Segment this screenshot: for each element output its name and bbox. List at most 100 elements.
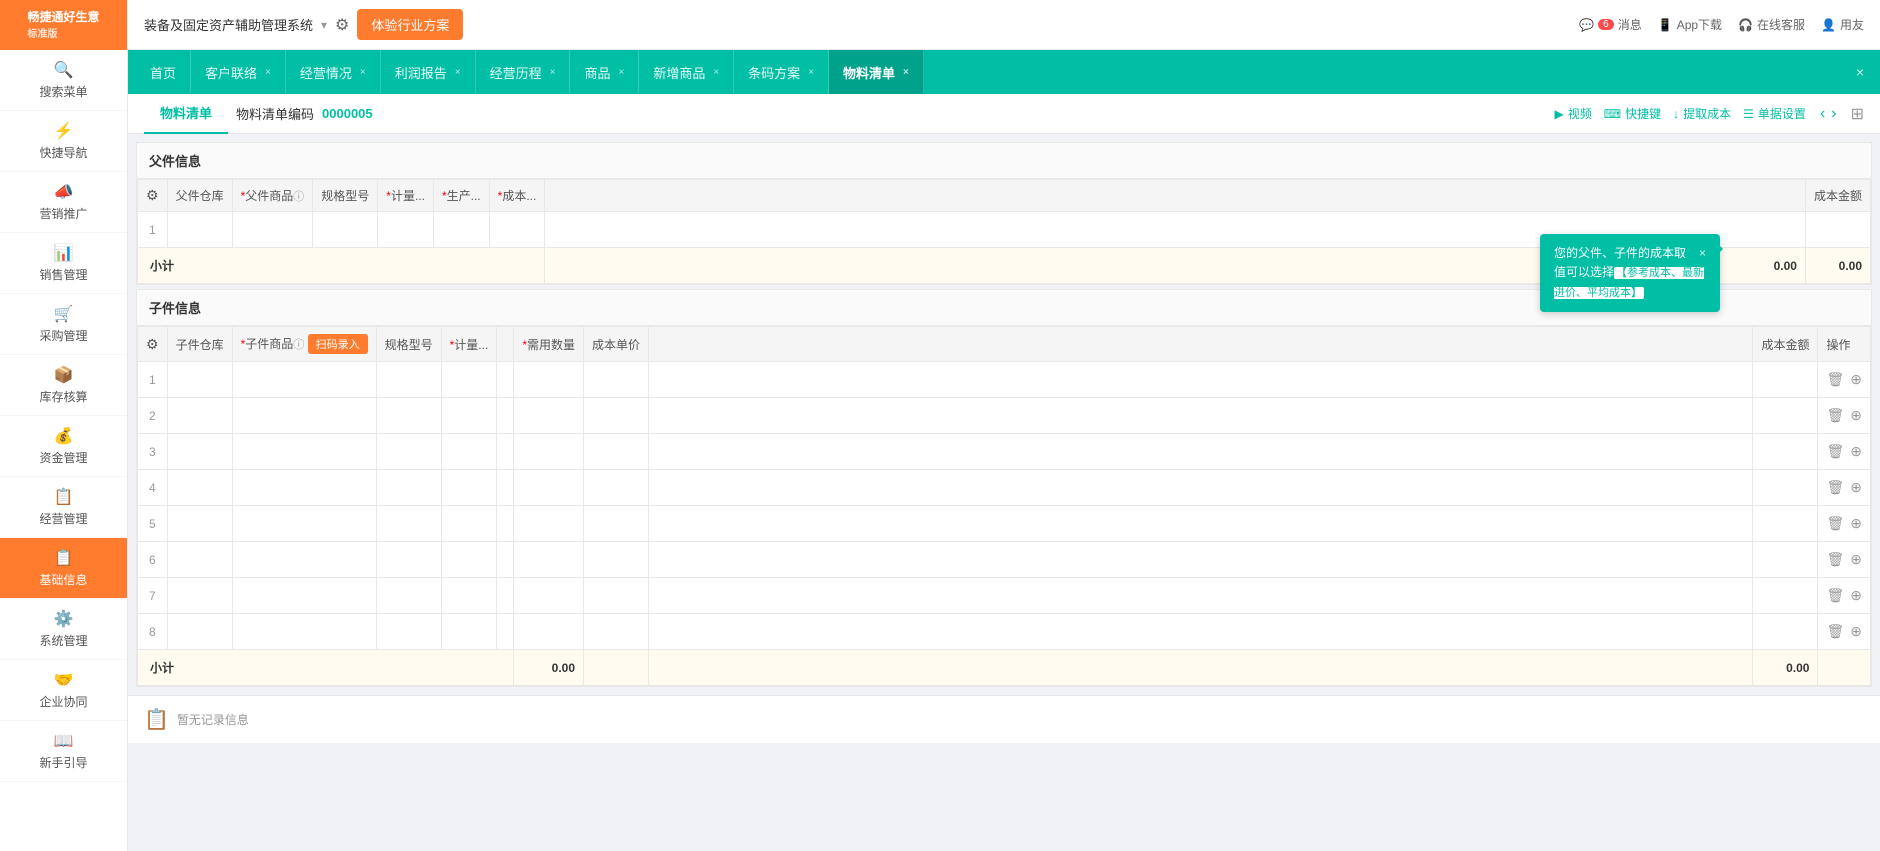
child-cell-spec[interactable] (376, 398, 441, 434)
child-cell-qty[interactable] (514, 362, 584, 398)
child-cell-unit[interactable] (441, 470, 497, 506)
delete-icon[interactable]: 🗑 (1826, 551, 1844, 568)
online-service-btn[interactable]: 🎧 在线客服 (1738, 16, 1805, 33)
child-cell-spec[interactable] (376, 470, 441, 506)
sidebar-item-营销推广[interactable]: 📣营销推广 (0, 172, 127, 233)
copy-icon[interactable]: ⊕ (1850, 515, 1862, 532)
copy-icon[interactable]: ⊕ (1850, 371, 1862, 388)
child-cell-unit-cost[interactable] (584, 542, 649, 578)
child-cell-qty[interactable] (514, 470, 584, 506)
child-cell-warehouse[interactable] (167, 506, 232, 542)
copy-icon[interactable]: ⊕ (1850, 479, 1862, 496)
scan-button[interactable]: 扫码录入 (308, 334, 368, 354)
child-cell-unit[interactable] (441, 362, 497, 398)
sidebar-item-基础信息[interactable]: 📋基础信息 (0, 538, 127, 599)
child-cell-spec[interactable] (376, 614, 441, 650)
user-btn[interactable]: 👤 用友 (1821, 16, 1864, 33)
child-cell-product[interactable] (232, 614, 376, 650)
delete-icon[interactable]: 🗑 (1826, 587, 1844, 604)
nav-tab-物料清单[interactable]: 物料清单× (829, 50, 924, 94)
child-cell-warehouse[interactable] (167, 434, 232, 470)
child-cell-unit[interactable] (441, 542, 497, 578)
child-cell-product[interactable] (232, 542, 376, 578)
sidebar-item-库存核算[interactable]: 📦库存核算 (0, 355, 127, 416)
parent-col-settings[interactable]: ⚙ (138, 180, 168, 212)
child-cell-qty[interactable] (514, 578, 584, 614)
delete-icon[interactable]: 🗑 (1826, 407, 1844, 424)
copy-icon[interactable]: ⊕ (1850, 407, 1862, 424)
shortcut-btn[interactable]: ⌨ 快捷键 (1604, 105, 1661, 122)
tab-close[interactable]: × (808, 67, 814, 78)
tab-close[interactable]: × (550, 67, 556, 78)
prev-arrow[interactable]: ‹ (1818, 105, 1827, 123)
nav-tab-条码方案[interactable]: 条码方案× (734, 50, 829, 94)
single-setting-btn[interactable]: ☰ 单据设置 (1743, 105, 1806, 122)
child-cell-warehouse[interactable] (167, 578, 232, 614)
child-cell-product[interactable] (232, 398, 376, 434)
sidebar-item-销售管理[interactable]: 📊销售管理 (0, 233, 127, 294)
copy-icon[interactable]: ⊕ (1850, 587, 1862, 604)
nav-tab-商品[interactable]: 商品× (570, 50, 639, 94)
parent-cell-warehouse[interactable] (167, 212, 232, 248)
child-cell-product[interactable] (232, 578, 376, 614)
child-cell-spec[interactable] (376, 506, 441, 542)
child-cell-spec[interactable] (376, 362, 441, 398)
delete-icon[interactable]: 🗑 (1826, 623, 1844, 640)
child-cell-qty[interactable] (514, 614, 584, 650)
child-col-settings[interactable]: ⚙ (138, 327, 168, 362)
nav-tab-新增商品[interactable]: 新增商品× (639, 50, 734, 94)
nav-tab-经营历程[interactable]: 经营历程× (476, 50, 571, 94)
sidebar-item-搜索菜单[interactable]: 🔍搜索菜单 (0, 50, 127, 111)
sidebar-item-采购管理[interactable]: 🛒采购管理 (0, 294, 127, 355)
sidebar-item-新手引导[interactable]: 📖新手引导 (0, 721, 127, 782)
delete-icon[interactable]: 🗑 (1826, 443, 1844, 460)
sidebar-item-资金管理[interactable]: 💰资金管理 (0, 416, 127, 477)
child-cell-unit-cost[interactable] (584, 434, 649, 470)
child-cell-product[interactable] (232, 362, 376, 398)
child-cell-unit-cost[interactable] (584, 506, 649, 542)
tab-close[interactable]: × (360, 67, 366, 78)
sidebar-item-快捷导航[interactable]: ⚡快捷导航 (0, 111, 127, 172)
child-cell-qty[interactable] (514, 398, 584, 434)
child-cell-qty[interactable] (514, 506, 584, 542)
nav-close-btn[interactable]: × (1848, 64, 1872, 80)
child-cell-product[interactable] (232, 506, 376, 542)
parent-cell-product[interactable] (232, 212, 313, 248)
delete-icon[interactable]: 🗑 (1826, 371, 1844, 388)
sidebar-item-经营管理[interactable]: 📋经营管理 (0, 477, 127, 538)
next-arrow[interactable]: › (1829, 105, 1838, 123)
nav-tab-利润报告[interactable]: 利润报告× (381, 50, 476, 94)
tooltip-close-btn[interactable]: × (1699, 244, 1706, 263)
copy-icon[interactable]: ⊕ (1850, 551, 1862, 568)
message-btn[interactable]: 💬 6 消息 (1579, 16, 1642, 33)
child-cell-warehouse[interactable] (167, 614, 232, 650)
child-cell-unit[interactable] (441, 614, 497, 650)
delete-icon[interactable]: 🗑 (1826, 479, 1844, 496)
child-cell-unit-cost[interactable] (584, 614, 649, 650)
parent-cell-cost[interactable] (489, 212, 545, 248)
parent-cell-produce[interactable] (433, 212, 489, 248)
delete-icon[interactable]: 🗑 (1826, 515, 1844, 532)
parent-cell-unit[interactable] (378, 212, 434, 248)
nav-tab-首页[interactable]: 首页 (136, 50, 191, 94)
dropdown-arrow[interactable]: ▾ (321, 18, 327, 32)
child-cell-warehouse[interactable] (167, 362, 232, 398)
child-cell-unit-cost[interactable] (584, 398, 649, 434)
sidebar-item-系统管理[interactable]: ⚙️系统管理 (0, 599, 127, 660)
child-cell-spec[interactable] (376, 434, 441, 470)
child-cell-qty[interactable] (514, 542, 584, 578)
child-cell-qty[interactable] (514, 434, 584, 470)
child-cell-unit[interactable] (441, 506, 497, 542)
child-cell-warehouse[interactable] (167, 542, 232, 578)
child-cell-spec[interactable] (376, 578, 441, 614)
child-cell-product[interactable] (232, 434, 376, 470)
tab-close[interactable]: × (713, 67, 719, 78)
view-btn[interactable]: ▶ 视频 (1555, 105, 1592, 122)
trial-button[interactable]: 体验行业方案 (357, 9, 463, 40)
tab-close[interactable]: × (265, 67, 271, 78)
nav-tab-经营情况[interactable]: 经营情况× (286, 50, 381, 94)
tab-bill-of-materials[interactable]: 物料清单 (144, 94, 228, 134)
tab-close[interactable]: × (903, 67, 909, 78)
child-cell-unit[interactable] (441, 578, 497, 614)
copy-icon[interactable]: ⊕ (1850, 443, 1862, 460)
